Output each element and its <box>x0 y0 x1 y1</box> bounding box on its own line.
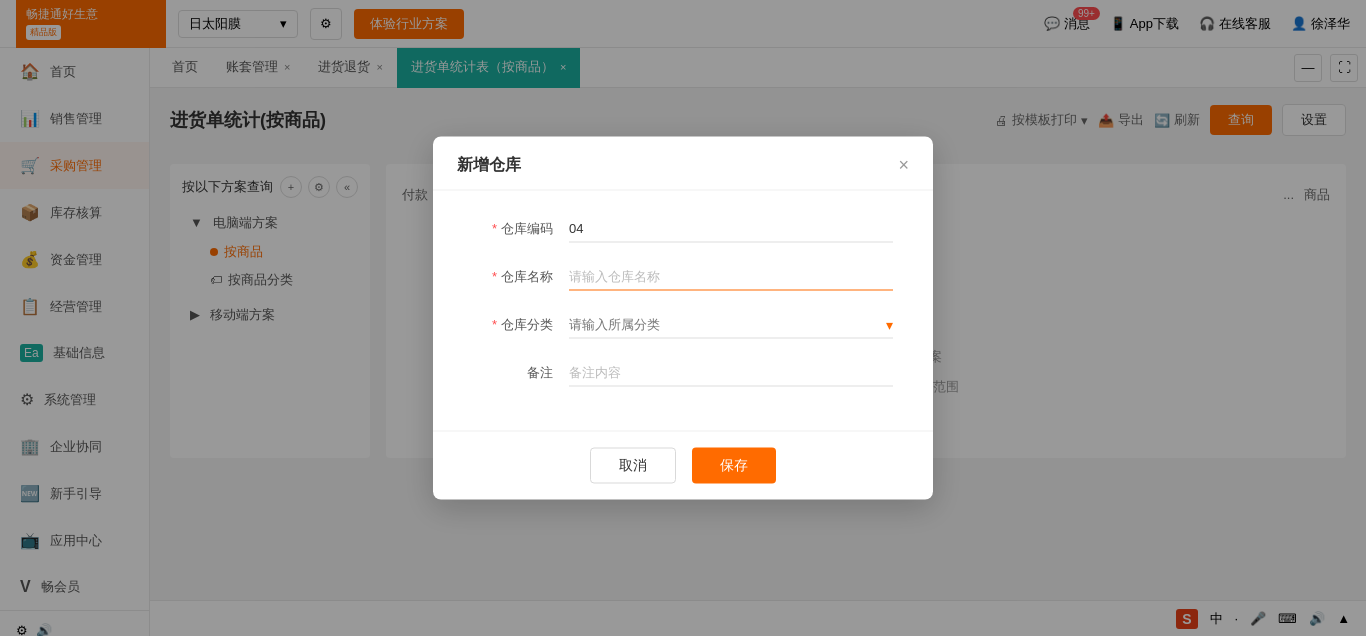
modal-close-button[interactable]: × <box>898 155 909 176</box>
warehouse-name-row: *仓库名称 <box>473 263 893 291</box>
remark-label: 备注 <box>473 364 553 382</box>
warehouse-name-label: *仓库名称 <box>473 268 553 286</box>
save-button[interactable]: 保存 <box>692 448 776 484</box>
remark-row: 备注 <box>473 359 893 387</box>
required-mark: * <box>492 269 497 284</box>
required-mark: * <box>492 221 497 236</box>
warehouse-category-row: *仓库分类 ▾ <box>473 311 893 339</box>
warehouse-code-input[interactable] <box>569 215 893 243</box>
category-dropdown-icon[interactable]: ▾ <box>886 316 893 332</box>
modal-body: *仓库编码 *仓库名称 *仓库分类 ▾ 备注 <box>433 191 933 431</box>
modal-header: 新增仓库 × <box>433 137 933 191</box>
warehouse-name-input[interactable] <box>569 263 893 291</box>
modal-title: 新增仓库 <box>457 155 521 176</box>
modal-footer: 取消 保存 <box>433 431 933 500</box>
add-warehouse-modal: 新增仓库 × *仓库编码 *仓库名称 *仓库分类 ▾ <box>433 137 933 500</box>
warehouse-category-input[interactable] <box>569 311 886 338</box>
warehouse-category-label: *仓库分类 <box>473 316 553 334</box>
remark-input[interactable] <box>569 359 893 387</box>
required-mark: * <box>492 317 497 332</box>
warehouse-code-row: *仓库编码 <box>473 215 893 243</box>
warehouse-code-label: *仓库编码 <box>473 220 553 238</box>
cancel-button[interactable]: 取消 <box>590 448 676 484</box>
warehouse-category-wrap: ▾ <box>569 311 893 339</box>
